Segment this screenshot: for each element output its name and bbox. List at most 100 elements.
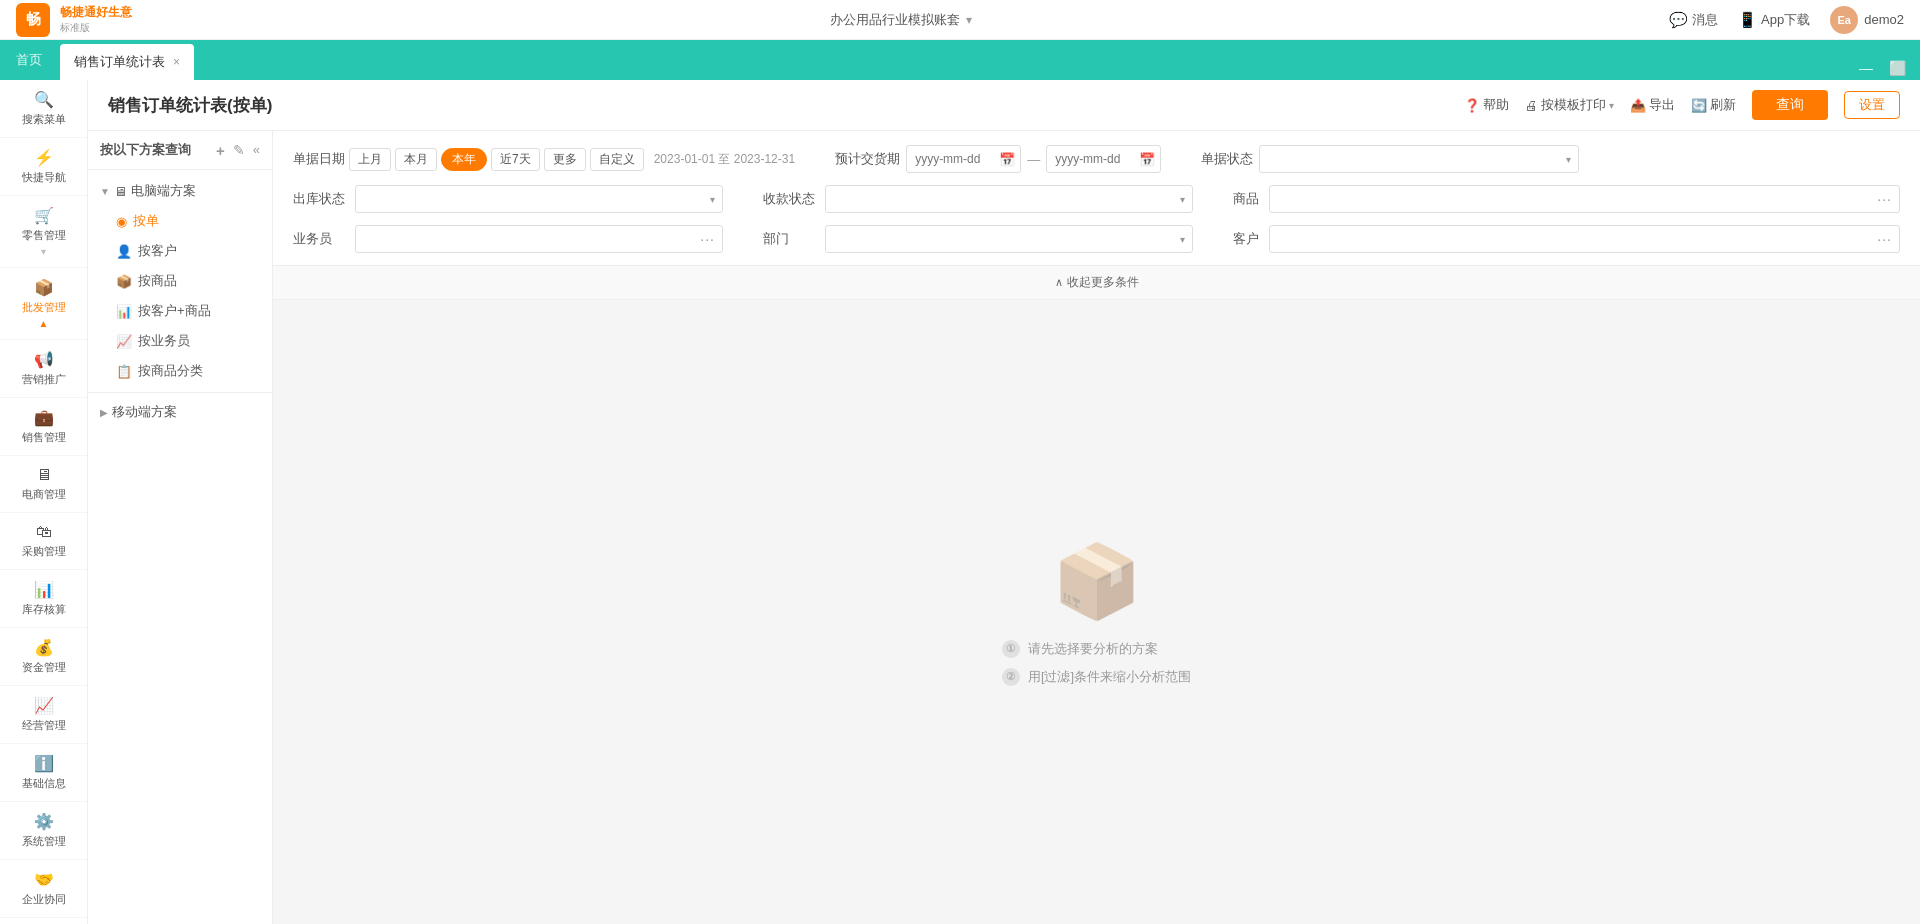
sidebar-item-basic[interactable]: ℹ️ 基础信息 <box>0 744 87 802</box>
tab-minimize-button[interactable]: — <box>1853 56 1879 80</box>
collab-icon: 🤝 <box>34 870 54 889</box>
collapse-filters-button[interactable]: ∧ 收起更多条件 <box>273 265 1920 299</box>
tab-close-icon[interactable]: × <box>173 55 180 69</box>
tree-item-by-order[interactable]: ◉ 按单 <box>88 206 272 236</box>
edit-scheme-icon[interactable]: ✎ <box>233 142 245 159</box>
help-button[interactable]: ❓ 帮助 <box>1464 96 1509 114</box>
sidebar-item-ecommerce[interactable]: 🖥 电商管理 <box>0 456 87 513</box>
basic-icon: ℹ️ <box>34 754 54 773</box>
refresh-button[interactable]: 🔄 刷新 <box>1691 96 1736 114</box>
message-button[interactable]: 💬 消息 <box>1669 11 1718 29</box>
workspace-name: 办公用品行业模拟账套 <box>830 11 960 29</box>
customer-dots-icon[interactable]: ··· <box>1877 231 1892 247</box>
salesman-input[interactable] <box>355 225 723 253</box>
tree-item-by-goods-cat[interactable]: 📋 按商品分类 <box>88 356 272 386</box>
customer-input[interactable] <box>1269 225 1900 253</box>
inventory-icon: 📊 <box>34 580 54 599</box>
sidebar-item-inventory[interactable]: 📊 库存核算 <box>0 570 87 628</box>
print-button[interactable]: 🖨 按模板打印 ▾ <box>1525 96 1614 114</box>
sidebar-item-sales[interactable]: 💼 销售管理 <box>0 398 87 456</box>
dept-label: 部门 <box>763 230 819 248</box>
tree-item-by-salesman[interactable]: 📈 按业务员 <box>88 326 272 356</box>
sidebar-item-search[interactable]: 🔍 搜索菜单 <box>0 80 87 138</box>
cust-goods-tree-icon: 📊 <box>116 304 132 319</box>
tree-item-by-customer[interactable]: 👤 按客户 <box>88 236 272 266</box>
goods-label: 商品 <box>1233 190 1263 208</box>
salesman-dots-icon[interactable]: ··· <box>700 231 715 247</box>
date-label: 单据日期 <box>293 150 349 168</box>
sidebar-item-purchase[interactable]: 🛍 采购管理 <box>0 513 87 570</box>
this-year-btn[interactable]: 本年 <box>441 148 487 171</box>
tab-maximize-button[interactable]: ⬜ <box>1883 56 1912 80</box>
ecommerce-icon: 🖥 <box>36 466 52 484</box>
sidebar-item-system[interactable]: ⚙️ 系统管理 <box>0 802 87 860</box>
date-range-display: 2023-01-01 至 2023-12-31 <box>654 151 795 168</box>
this-month-btn[interactable]: 本月 <box>395 148 437 171</box>
radio-active-icon: ◉ <box>116 214 127 229</box>
salesman-label: 业务员 <box>293 230 349 248</box>
export-icon: 📤 <box>1630 98 1646 113</box>
settings-button[interactable]: 设置 <box>1844 91 1900 119</box>
sidebar-item-wholesale[interactable]: 📦 批发管理 ▲ <box>0 268 87 340</box>
sales-icon: 💼 <box>34 408 54 427</box>
collapse-panel-icon[interactable]: « <box>253 142 260 159</box>
finance-icon: 💰 <box>34 638 54 657</box>
salesman-tree-icon: 📈 <box>116 334 132 349</box>
page-title: 销售订单统计表(按单) <box>108 94 272 117</box>
customer-tree-icon: 👤 <box>116 244 132 259</box>
add-scheme-icon[interactable]: + <box>216 142 225 159</box>
sidebar-item-quicknav[interactable]: ⚡ 快捷导航 <box>0 138 87 196</box>
status-label: 单据状态 <box>1201 150 1253 168</box>
goods-dots-icon[interactable]: ··· <box>1877 191 1892 207</box>
payment-status-label: 收款状态 <box>763 190 819 208</box>
message-icon: 💬 <box>1669 11 1688 29</box>
custom-btn[interactable]: 自定义 <box>590 148 644 171</box>
more-btn[interactable]: 更多 <box>544 148 586 171</box>
download-icon: 📱 <box>1738 11 1757 29</box>
sidebar-item-newbie[interactable]: 🌟 新手引导 <box>0 918 87 924</box>
date-sep: — <box>1027 152 1040 167</box>
tab-home[interactable]: 首页 <box>0 40 58 80</box>
mobile-section-header[interactable]: ▶ 移动端方案 <box>88 397 272 427</box>
sidebar-item-finance[interactable]: 💰 资金管理 <box>0 628 87 686</box>
sidebar-item-operations[interactable]: 📈 经营管理 <box>0 686 87 744</box>
sidebar-item-retail[interactable]: 🛒 零售管理 ▾ <box>0 196 87 268</box>
goods-input[interactable] <box>1269 185 1900 213</box>
tree-item-by-goods[interactable]: 📦 按商品 <box>88 266 272 296</box>
app-download-button[interactable]: 📱 App下载 <box>1738 11 1810 29</box>
quicknav-icon: ⚡ <box>34 148 54 167</box>
left-panel-title: 按以下方案查询 <box>100 141 191 159</box>
print-arrow-icon: ▾ <box>1609 100 1614 111</box>
cal-from-icon[interactable]: 📅 <box>999 152 1015 167</box>
computer-icon: 🖥 <box>114 184 127 199</box>
delivery-status-label: 出库状态 <box>293 190 349 208</box>
collapse-icon: ∧ <box>1055 276 1063 289</box>
user-avatar[interactable]: Ea demo2 <box>1830 6 1904 34</box>
tree-arrow-down-icon: ▼ <box>100 186 110 197</box>
export-button[interactable]: 📤 导出 <box>1630 96 1675 114</box>
logo-text: 畅捷通好生意 标准版 <box>60 5 132 34</box>
logo-icon: 畅 <box>16 3 50 37</box>
print-icon: 🖨 <box>1525 98 1538 113</box>
payment-status-select[interactable] <box>825 185 1193 213</box>
empty-tip-2: ② 用[过滤]条件来缩小分析范围 <box>1002 668 1191 686</box>
sidebar-item-marketing[interactable]: 📢 营销推广 <box>0 340 87 398</box>
status-select[interactable] <box>1259 145 1579 173</box>
workspace-arrow-icon[interactable]: ▾ <box>966 13 972 27</box>
empty-tip-1: ① 请先选择要分析的方案 <box>1002 640 1191 658</box>
dept-select[interactable] <box>825 225 1193 253</box>
cal-to-icon[interactable]: 📅 <box>1139 152 1155 167</box>
goods-tree-icon: 📦 <box>116 274 132 289</box>
search-icon: 🔍 <box>34 90 54 109</box>
sidebar-item-collab[interactable]: 🤝 企业协同 <box>0 860 87 918</box>
pc-section-header[interactable]: ▼ 🖥 电脑端方案 <box>88 176 272 206</box>
tree-item-by-cust-goods[interactable]: 📊 按客户+商品 <box>88 296 272 326</box>
help-icon: ❓ <box>1464 98 1480 113</box>
last-month-btn[interactable]: 上月 <box>349 148 391 171</box>
empty-illustration: 📦 <box>1052 539 1142 624</box>
tab-sales-order[interactable]: 销售订单统计表 × <box>60 44 194 80</box>
query-button[interactable]: 查询 <box>1752 90 1828 120</box>
refresh-icon: 🔄 <box>1691 98 1707 113</box>
last7days-btn[interactable]: 近7天 <box>491 148 540 171</box>
delivery-status-select[interactable] <box>355 185 723 213</box>
